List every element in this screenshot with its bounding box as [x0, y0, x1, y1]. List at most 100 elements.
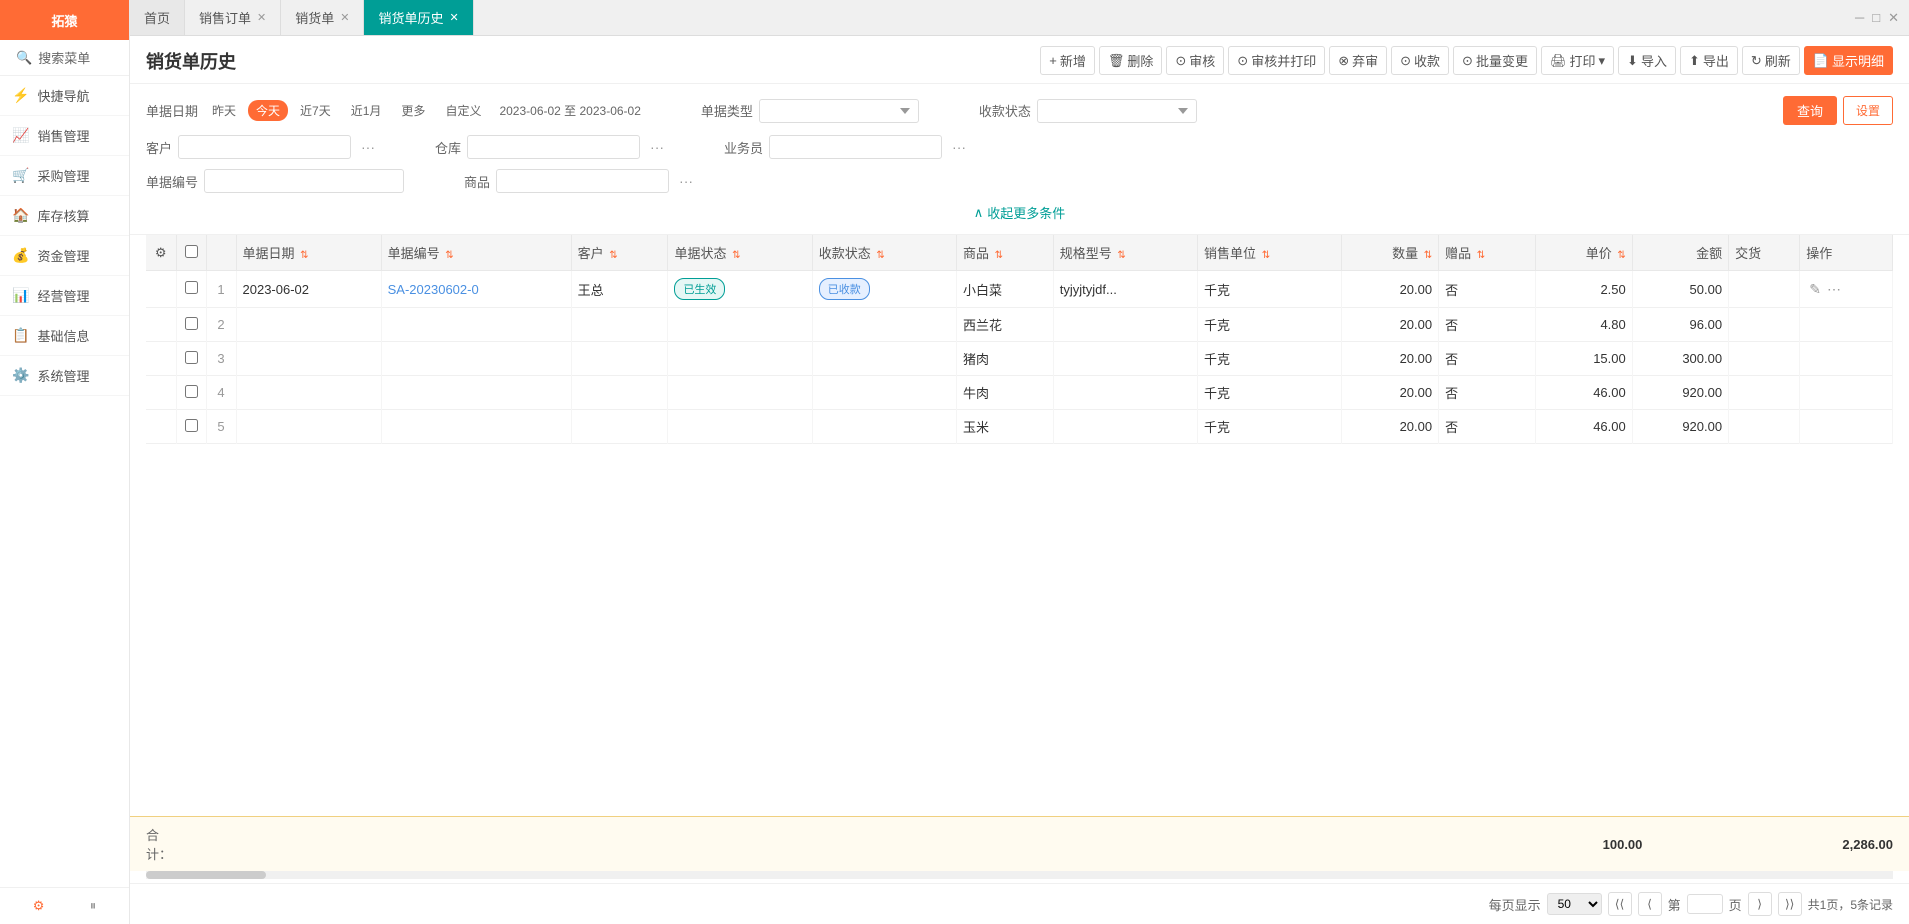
row-checkbox[interactable] — [185, 419, 198, 432]
td-checkbox[interactable] — [176, 271, 206, 308]
filter-settings-button[interactable]: 设置 — [1843, 96, 1893, 125]
delete-button[interactable]: 🗑 删除 — [1099, 46, 1163, 75]
td-checkbox[interactable] — [176, 308, 206, 342]
th-unit[interactable]: 销售单位 ⇅ — [1198, 235, 1342, 271]
th-customer[interactable]: 客户 ⇅ — [571, 235, 668, 271]
tab-sales-history-close[interactable]: ✕ — [450, 11, 459, 24]
td-checkbox[interactable] — [176, 376, 206, 410]
td-gift: 否 — [1439, 376, 1536, 410]
last-page-button[interactable]: ⟩⟩ — [1778, 892, 1802, 916]
td-gift: 否 — [1439, 271, 1536, 308]
maximize-icon[interactable]: □ — [1872, 10, 1880, 25]
date-pill-7days[interactable]: 近7天 — [292, 100, 339, 121]
collapse-filter-button[interactable]: ∧ 收起更多条件 — [146, 203, 1893, 222]
warehouse-input[interactable] — [467, 135, 640, 159]
export-button[interactable]: ⬆ 导出 — [1680, 46, 1738, 75]
warehouse-ellipsis[interactable]: ··· — [650, 139, 664, 155]
th-checkbox[interactable] — [176, 235, 206, 271]
page-size-select[interactable]: 50 20 100 — [1547, 893, 1602, 915]
payment-select[interactable] — [1037, 99, 1197, 123]
scrollbar-thumb[interactable] — [146, 871, 266, 879]
batch-change-button[interactable]: ⊙ 批量变更 — [1453, 46, 1537, 75]
row-checkbox[interactable] — [185, 281, 198, 294]
date-pill-yesterday[interactable]: 昨天 — [204, 100, 244, 121]
sidebar-item-inventory[interactable]: 🏠 库存核算 — [0, 196, 129, 236]
sidebar-item-finance[interactable]: 💰 资金管理 — [0, 236, 129, 276]
quick-nav-icon: ⚡ — [12, 87, 29, 104]
show-detail-button[interactable]: 📄 显示明细 — [1804, 46, 1893, 75]
tab-sales-goods[interactable]: 销货单 ✕ — [281, 0, 364, 35]
date-pill-1month[interactable]: 近1月 — [343, 100, 390, 121]
tab-home[interactable]: 首页 — [130, 0, 185, 35]
add-button[interactable]: + 新增 — [1040, 46, 1095, 75]
docnum-filter: 单据编号 — [146, 169, 404, 193]
select-all-checkbox[interactable] — [185, 245, 198, 258]
sidebar-search[interactable]: 🔍 搜索菜单 — [0, 40, 129, 76]
row-checkbox[interactable] — [185, 385, 198, 398]
tab-sales-goods-close[interactable]: ✕ — [340, 11, 349, 24]
sidebar-item-quick-nav[interactable]: ⚡ 快捷导航 — [0, 76, 129, 116]
date-pill-today[interactable]: 今天 — [248, 100, 288, 121]
query-button[interactable]: 查询 — [1783, 96, 1837, 125]
goods-input[interactable] — [496, 169, 669, 193]
td-docnum[interactable]: SA-20230602-0 — [381, 271, 571, 308]
row-checkbox[interactable] — [185, 317, 198, 330]
th-quantity[interactable]: 数量 ⇅ — [1342, 235, 1439, 271]
sidebar-item-basic-info[interactable]: 📋 基础信息 — [0, 316, 129, 356]
td-checkbox[interactable] — [176, 410, 206, 444]
td-docnum[interactable] — [381, 308, 571, 342]
sidebar-item-sales-mgmt[interactable]: 📈 销售管理 — [0, 116, 129, 156]
th-spec[interactable]: 规格型号 ⇅ — [1053, 235, 1197, 271]
date-pill-custom[interactable]: 自定义 — [437, 100, 489, 121]
th-settings[interactable]: ⚙ — [146, 235, 176, 271]
td-goods: 猪肉 — [956, 342, 1053, 376]
settings-bottom-icon[interactable]: ⚙ — [33, 898, 45, 914]
collapse-sidebar-icon[interactable]: ⏸ — [90, 898, 97, 914]
tab-sales-order-close[interactable]: ✕ — [257, 11, 266, 24]
date-pill-more[interactable]: 更多 — [393, 100, 433, 121]
staff-input[interactable] — [769, 135, 942, 159]
type-select[interactable] — [759, 99, 919, 123]
print-button[interactable]: 🖨 打印 ▾ — [1541, 46, 1614, 75]
import-button[interactable]: ⬇ 导入 — [1618, 46, 1676, 75]
refresh-button[interactable]: ↻ 刷新 — [1742, 46, 1800, 75]
review-print-button[interactable]: ⊙ 审核并打印 — [1228, 46, 1325, 75]
th-date[interactable]: 单据日期 ⇅ — [236, 235, 381, 271]
docnum-input[interactable] — [204, 169, 404, 193]
th-unitprice[interactable]: 单价 ⇅ — [1535, 235, 1632, 271]
td-docnum[interactable] — [381, 342, 571, 376]
row-checkbox[interactable] — [185, 351, 198, 364]
abandon-button[interactable]: ⊗ 弃审 — [1329, 46, 1387, 75]
close-window-icon[interactable]: ✕ — [1888, 10, 1899, 26]
th-gift[interactable]: 赠品 ⇅ — [1439, 235, 1536, 271]
tab-sales-history[interactable]: 销货单历史 ✕ — [364, 0, 473, 35]
sidebar-item-purchase-mgmt[interactable]: 🛒 采购管理 — [0, 156, 129, 196]
th-paymentstatus[interactable]: 收款状态 ⇅ — [812, 235, 956, 271]
th-docstatus[interactable]: 单据状态 ⇅ — [668, 235, 812, 271]
td-rownum: 4 — [206, 376, 236, 410]
goods-ellipsis[interactable]: ··· — [679, 173, 693, 189]
first-page-button[interactable]: ⟨⟨ — [1608, 892, 1632, 916]
warehouse-label: 仓库 — [435, 138, 461, 157]
th-docnum[interactable]: 单据编号 ⇅ — [381, 235, 571, 271]
customer-input[interactable] — [178, 135, 351, 159]
edit-action-icon[interactable]: ✎ — [1809, 281, 1821, 297]
tab-sales-order[interactable]: 销售订单 ✕ — [185, 0, 281, 35]
minimize-icon[interactable]: ─ — [1855, 10, 1864, 25]
doc-num-link[interactable]: SA-20230602-0 — [388, 282, 479, 297]
td-docnum[interactable] — [381, 376, 571, 410]
td-docnum[interactable] — [381, 410, 571, 444]
customer-ellipsis[interactable]: ··· — [361, 139, 375, 155]
horizontal-scrollbar[interactable] — [146, 871, 1893, 879]
td-checkbox[interactable] — [176, 342, 206, 376]
sidebar-item-sys-mgmt[interactable]: ⚙️ 系统管理 — [0, 356, 129, 396]
collect-button[interactable]: ⊙ 收款 — [1391, 46, 1449, 75]
next-page-button[interactable]: ⟩ — [1748, 892, 1772, 916]
sidebar-item-operation[interactable]: 📊 经营管理 — [0, 276, 129, 316]
more-action-icon[interactable]: ⋯ — [1827, 281, 1841, 297]
prev-page-button[interactable]: ⟨ — [1638, 892, 1662, 916]
staff-ellipsis[interactable]: ··· — [952, 139, 966, 155]
th-goods[interactable]: 商品 ⇅ — [956, 235, 1053, 271]
current-page-input[interactable]: 1 — [1687, 894, 1723, 914]
review-button[interactable]: ⊙ 审核 — [1166, 46, 1224, 75]
